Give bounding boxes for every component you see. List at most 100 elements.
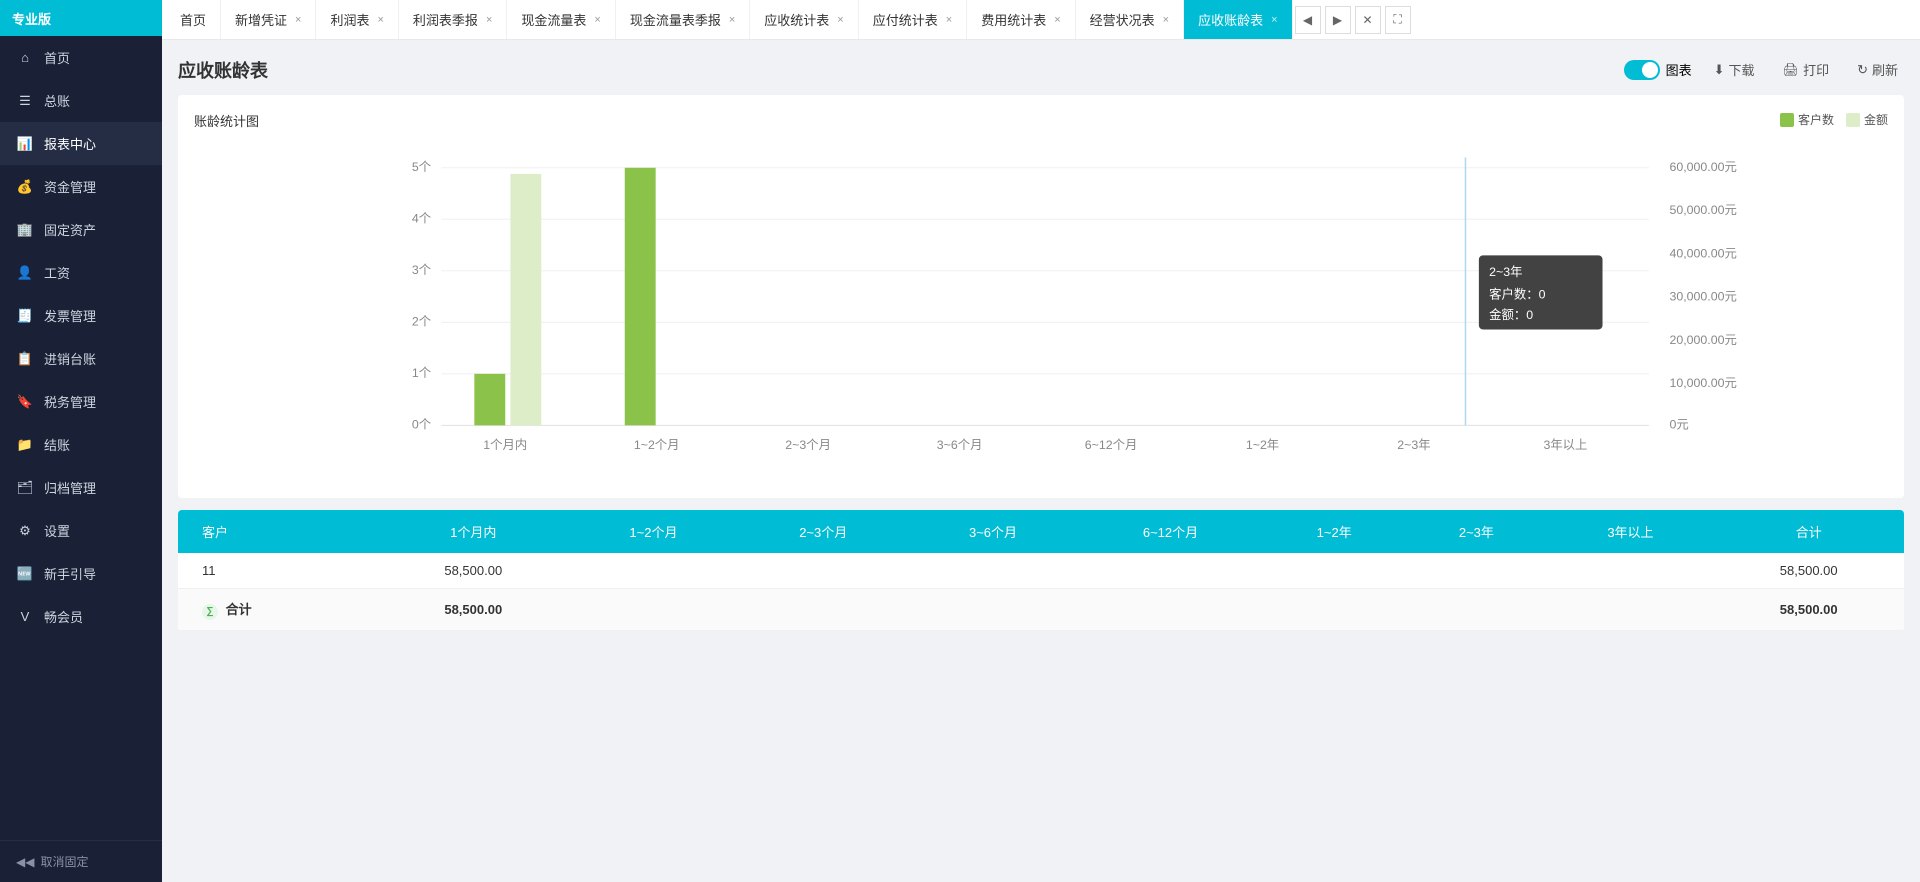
print-button[interactable]: 🖨 打印 [1777, 56, 1836, 83]
tab-close-receivable-stat[interactable]: × [837, 14, 843, 26]
cell-total-month1: 58,500.00 [378, 589, 569, 631]
tab-close-profit-quarter[interactable]: × [486, 14, 492, 26]
sidebar-item-vip[interactable]: V 畅会员 [0, 595, 162, 638]
tab-close-profit[interactable]: × [377, 14, 383, 26]
sidebar-item-closeaccount[interactable]: 📁 结账 [0, 423, 162, 466]
sidebar-item-invoice[interactable]: 🧾 发票管理 [0, 294, 162, 337]
tab-close-aging[interactable]: × [1271, 14, 1277, 26]
chevron-left-icon: ◀◀ [16, 855, 34, 869]
sidebar-item-funds[interactable]: 💰 资金管理 [0, 165, 162, 208]
sidebar-item-home[interactable]: ⌂ 首页 [0, 36, 162, 79]
sidebar-item-label: 首页 [44, 48, 70, 67]
refresh-button[interactable]: ↻ 刷新 [1851, 56, 1904, 83]
tab-close-cashflow[interactable]: × [594, 14, 600, 26]
cell-total-total: 58,500.00 [1713, 589, 1904, 631]
tab-prev-button[interactable]: ◀ [1295, 6, 1321, 34]
sidebar-item-label: 报表中心 [44, 134, 96, 153]
tab-profit[interactable]: 利润表 × [316, 0, 398, 40]
svg-text:0个: 0个 [412, 417, 431, 431]
sidebar-item-ledger[interactable]: ☰ 总账 [0, 79, 162, 122]
tab-aging[interactable]: 应收账龄表 × [1184, 0, 1292, 40]
sidebar-item-label: 归档管理 [44, 478, 96, 497]
tab-close-voucher[interactable]: × [295, 14, 301, 26]
payroll-icon: 👤 [16, 264, 34, 282]
sidebar-item-guide[interactable]: 🆕 新手引导 [0, 552, 162, 595]
tab-voucher[interactable]: 新增凭证 × [221, 0, 316, 40]
chart-legend: 客户数 金额 [1780, 111, 1888, 128]
sidebar-item-archive[interactable]: 🗂 归档管理 [0, 466, 162, 509]
cell-month1-2 [569, 553, 739, 589]
home-icon: ⌂ [16, 49, 34, 67]
vip-icon: V [16, 608, 34, 626]
guide-icon: 🆕 [16, 565, 34, 583]
tab-close-operations[interactable]: × [1163, 14, 1169, 26]
assets-icon: 🏢 [16, 221, 34, 239]
tab-cashflow[interactable]: 现金流量表 × [507, 0, 615, 40]
tab-next-button[interactable]: ▶ [1325, 6, 1351, 34]
table-header-row: 客户 1个月内 1~2个月 2~3个月 3~6个月 6~12个月 1~2年 2~… [178, 510, 1904, 553]
download-button[interactable]: ⬇ 下载 [1708, 56, 1761, 83]
chart-toggle[interactable]: 图表 [1624, 60, 1692, 80]
tab-payable-stat[interactable]: 应付统计表 × [859, 0, 967, 40]
sidebar-item-label: 结账 [44, 435, 70, 454]
tab-close-payable-stat[interactable]: × [946, 14, 952, 26]
tax-icon: 🔖 [16, 393, 34, 411]
tab-receivable-stat[interactable]: 应收统计表 × [750, 0, 858, 40]
col-header-month1-2: 1~2个月 [569, 510, 739, 553]
aging-table: 客户 1个月内 1~2个月 2~3个月 3~6个月 6~12个月 1~2年 2~… [178, 510, 1904, 631]
cell-total-month3-6 [908, 589, 1078, 631]
svg-text:0元: 0元 [1669, 417, 1688, 431]
page-header: 应收账龄表 图表 ⬇ 下载 🖨 打印 ↻ 刷新 [178, 56, 1904, 83]
col-header-year2-3: 2~3年 [1405, 510, 1547, 553]
svg-text:60,000.00元: 60,000.00元 [1669, 160, 1736, 174]
download-icon: ⬇ [1714, 62, 1725, 78]
tab-maximize-button[interactable]: ⛶ [1385, 6, 1411, 34]
table-row: 11 58,500.00 58,500.00 [178, 553, 1904, 589]
tab-bar: 首页 新增凭证 × 利润表 × 利润表季报 × 现金流量表 × 现金流量表季报 … [162, 0, 1920, 40]
svg-text:20,000.00元: 20,000.00元 [1669, 333, 1736, 347]
tab-profit-quarter[interactable]: 利润表季报 × [399, 0, 507, 40]
sidebar-item-label: 进销台账 [44, 349, 96, 368]
tab-cashflow-quarter[interactable]: 现金流量表季报 × [616, 0, 750, 40]
tab-close-all-button[interactable]: ✕ [1355, 6, 1381, 34]
cell-total-month1-2 [569, 589, 739, 631]
cell-year2-3 [1405, 553, 1547, 589]
sidebar-item-assets[interactable]: 🏢 固定资产 [0, 208, 162, 251]
toggle-track[interactable] [1624, 60, 1660, 80]
cell-total-year3plus [1548, 589, 1714, 631]
tab-expense-stat[interactable]: 费用统计表 × [967, 0, 1075, 40]
chart-svg-area: 5个 4个 3个 2个 1个 0个 60,000.00元 50,000.00元 … [194, 142, 1888, 482]
sidebar-item-payroll[interactable]: 👤 工资 [0, 251, 162, 294]
tab-operations[interactable]: 经营状况表 × [1076, 0, 1184, 40]
sidebar-item-settings[interactable]: ⚙ 设置 [0, 509, 162, 552]
svg-text:1~2个月: 1~2个月 [634, 438, 680, 452]
col-header-year3plus: 3年以上 [1548, 510, 1714, 553]
svg-text:40,000.00元: 40,000.00元 [1669, 246, 1736, 260]
tab-home[interactable]: 首页 [166, 0, 221, 40]
cell-total-month2-3 [738, 589, 908, 631]
main-content: 首页 新增凭证 × 利润表 × 利润表季报 × 现金流量表 × 现金流量表季报 … [162, 0, 1920, 882]
sidebar-item-tax[interactable]: 🔖 税务管理 [0, 380, 162, 423]
tab-close-expense-stat[interactable]: × [1054, 14, 1060, 26]
unpin-sidebar-button[interactable]: ◀◀ 取消固定 [0, 840, 162, 882]
svg-text:金额：0: 金额：0 [1489, 307, 1533, 322]
cell-year1-2 [1263, 553, 1405, 589]
svg-text:50,000.00元: 50,000.00元 [1669, 203, 1736, 217]
col-header-year1-2: 1~2年 [1263, 510, 1405, 553]
col-header-total: 合计 [1713, 510, 1904, 553]
funds-icon: 💰 [16, 178, 34, 196]
sidebar-item-label: 总账 [44, 91, 70, 110]
sidebar-item-sales[interactable]: 📋 进销台账 [0, 337, 162, 380]
svg-text:1~2年: 1~2年 [1246, 438, 1279, 452]
tab-close-cashflow-quarter[interactable]: × [729, 14, 735, 26]
col-header-month6-12: 6~12个月 [1078, 510, 1263, 553]
sidebar-item-label: 固定资产 [44, 220, 96, 239]
legend-label-amount: 金额 [1864, 111, 1888, 128]
svg-text:2~3个月: 2~3个月 [785, 438, 831, 452]
svg-text:2个: 2个 [412, 314, 431, 328]
sidebar-item-reports[interactable]: 📊 报表中心 [0, 122, 162, 165]
cell-month3-6 [908, 553, 1078, 589]
cell-total-year2-3 [1405, 589, 1547, 631]
refresh-icon: ↻ [1857, 62, 1868, 78]
sidebar: 专业版 ⌂ 首页 ☰ 总账 📊 报表中心 💰 资金管理 🏢 固定资产 👤 工资 … [0, 0, 162, 882]
